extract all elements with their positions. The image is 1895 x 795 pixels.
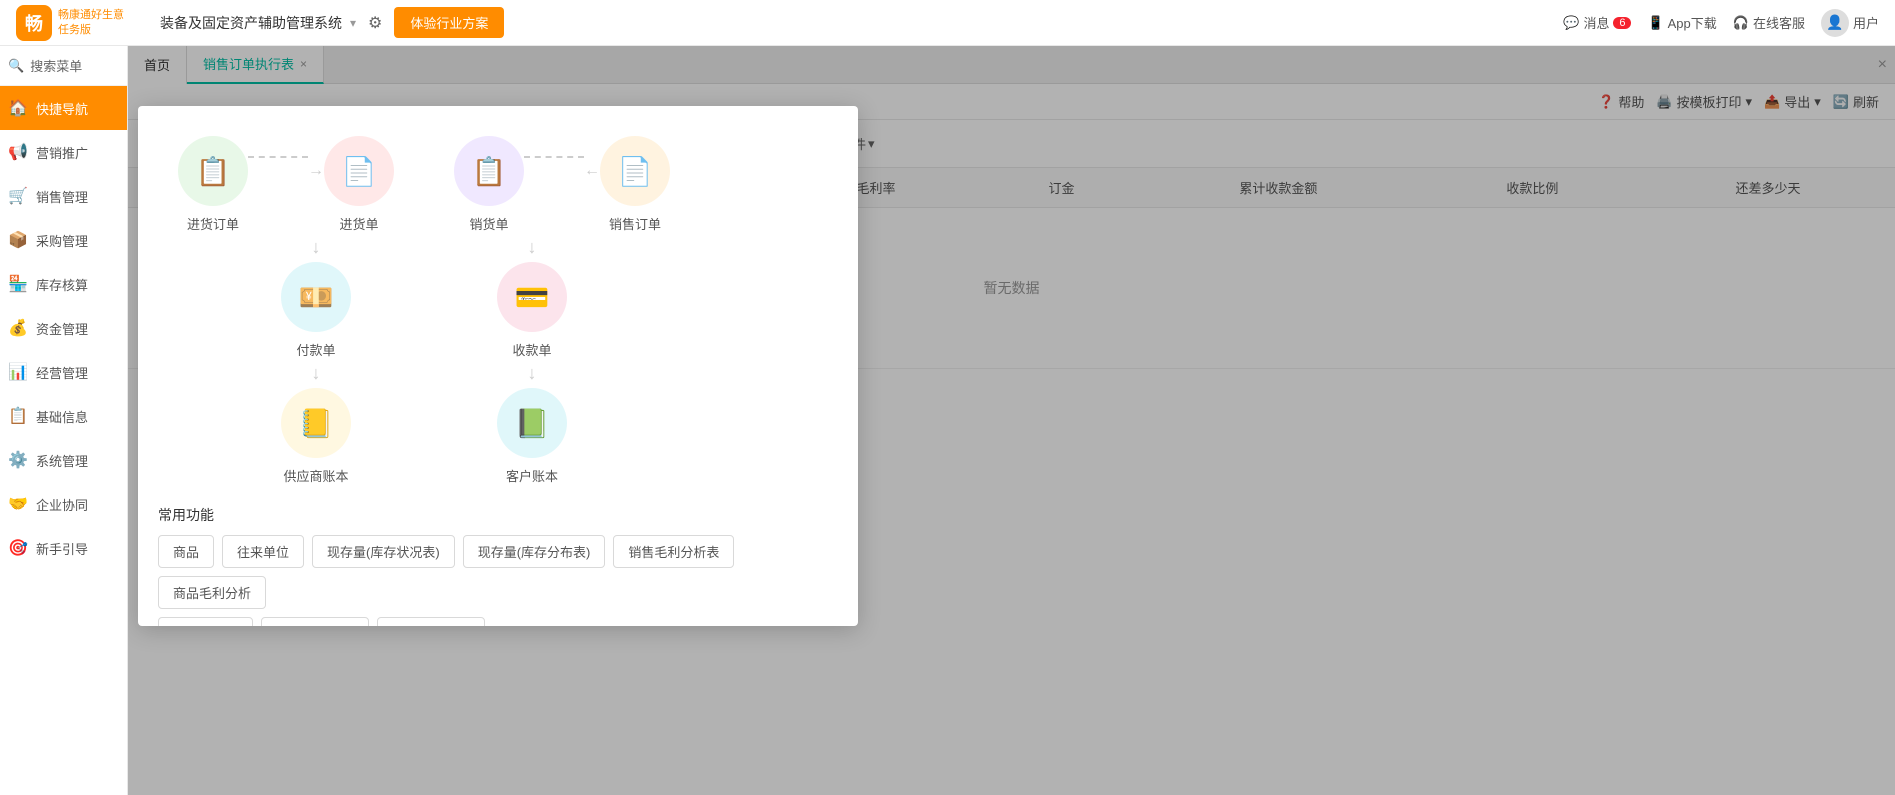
message-icon: 💬 (1563, 15, 1579, 31)
supplier-ledger-circle: 📒 (281, 388, 351, 458)
message-badge: 6 (1613, 17, 1631, 29)
receipt-circle: 💳 (497, 262, 567, 332)
search-icon: 🔍 (8, 58, 24, 74)
common-buttons-row2: 销售排行榜 收款情况统计 付款情况统计 (158, 617, 838, 626)
btn-stock-status[interactable]: 现存量(库存状况表) (312, 535, 455, 568)
flow-node-supplier-ledger[interactable]: 📒 供应商账本 (281, 388, 351, 485)
app-title-section: 装备及固定资产辅助管理系统 ▾ ⚙ 体验行业方案 (144, 7, 1563, 38)
flow-node-customer-ledger[interactable]: 📗 客户账本 (497, 388, 567, 485)
inventory-icon: 🏪 (8, 274, 28, 294)
payment-circle: 💴 (281, 262, 351, 332)
dropdown-arrow-icon[interactable]: ▾ (350, 16, 356, 30)
sales-bill-circle: 📋 (454, 136, 524, 206)
finance-icon: 💰 (8, 318, 28, 338)
flow-node-purchase-bill[interactable]: 📄 进货单 (324, 136, 394, 233)
headset-icon: 🎧 (1733, 15, 1749, 31)
sidebar-item-quick-nav[interactable]: 🏠 快捷导航 (0, 86, 127, 130)
supplier-ledger-label: 供应商账本 (283, 466, 348, 485)
basic-info-icon: 📋 (8, 406, 28, 426)
purchase-order-label: 进货订单 (187, 214, 239, 233)
flow-node-sales-order[interactable]: 📄 销售订单 (600, 136, 670, 233)
customer-ledger-label: 客户账本 (506, 466, 558, 485)
customer-ledger-circle: 📗 (497, 388, 567, 458)
btn-partner[interactable]: 往来单位 (222, 535, 304, 568)
marketing-icon: 📢 (8, 142, 28, 162)
sidebar-item-sales[interactable]: 🛒 销售管理 (0, 174, 127, 218)
logo-icon: 畅 (16, 5, 52, 41)
common-section: 常用功能 商品 往来单位 现存量(库存状况表) 现存量(库存分布表) 销售毛利分… (138, 505, 858, 626)
sales-order-label: 销售订单 (609, 214, 661, 233)
sidebar-item-finance[interactable]: 💰 资金管理 (0, 306, 127, 350)
beginner-icon: 🎯 (8, 538, 28, 558)
app-download-item[interactable]: 📱 App下载 (1647, 13, 1716, 32)
top-bar: 畅 畅康通好生意 任务版 装备及固定资产辅助管理系统 ▾ ⚙ 体验行业方案 💬 … (0, 0, 1895, 46)
system-icon: ⚙️ (8, 450, 28, 470)
enterprise-icon: 🤝 (8, 494, 28, 514)
sidebar-item-marketing[interactable]: 📢 营销推广 (0, 130, 127, 174)
sidebar-item-enterprise[interactable]: 🤝 企业协同 (0, 482, 127, 526)
flow-node-purchase-order[interactable]: 📋 进货订单 (178, 136, 248, 233)
sidebar-item-system[interactable]: ⚙️ 系统管理 (0, 438, 127, 482)
online-service-item[interactable]: 🎧 在线客服 (1733, 13, 1805, 32)
purchase-bill-label: 进货单 (339, 214, 378, 233)
btn-stock-distribution[interactable]: 现存量(库存分布表) (463, 535, 606, 568)
purchase-order-circle: 📋 (178, 136, 248, 206)
settings-icon[interactable]: ⚙ (368, 13, 382, 33)
btn-product[interactable]: 商品 (158, 535, 214, 568)
sidebar: 🔍 搜索菜单 🏠 快捷导航 📢 营销推广 🛒 销售管理 📦 采购管理 🏪 (0, 46, 128, 795)
btn-sales-ranking[interactable]: 销售排行榜 (158, 617, 253, 626)
search-menu[interactable]: 🔍 搜索菜单 (0, 46, 127, 86)
sales-bill-label: 销货单 (469, 214, 508, 233)
purchase-icon: 📦 (8, 230, 28, 250)
btn-product-profit-analysis[interactable]: 商品毛利分析 (158, 576, 266, 609)
modal-dialog: 📋 进货订单 → 📄 进货单 (138, 106, 858, 626)
message-item[interactable]: 💬 消息 6 (1563, 13, 1631, 32)
flow-node-sales-bill[interactable]: 📋 销货单 (454, 136, 524, 233)
sales-icon: 🛒 (8, 186, 28, 206)
app-download-icon: 📱 (1647, 15, 1663, 31)
flow-node-receipt[interactable]: 💳 收款单 (497, 262, 567, 359)
common-title: 常用功能 (158, 505, 838, 525)
sales-order-circle: 📄 (600, 136, 670, 206)
flow-section: 📋 进货订单 → 📄 进货单 (138, 106, 858, 505)
avatar: 👤 (1821, 9, 1849, 37)
btn-payment-stats[interactable]: 付款情况统计 (377, 617, 485, 626)
app-container: 畅 畅康通好生意 任务版 装备及固定资产辅助管理系统 ▾ ⚙ 体验行业方案 💬 … (0, 0, 1895, 795)
logo-text: 畅康通好生意 任务版 (58, 8, 124, 37)
modal-overlay[interactable]: 📋 进货订单 → 📄 进货单 (128, 46, 1895, 795)
sidebar-item-beginner[interactable]: 🎯 新手引导 (0, 526, 127, 570)
purchase-bill-circle: 📄 (324, 136, 394, 206)
app-title: 装备及固定资产辅助管理系统 (160, 13, 342, 33)
trial-button[interactable]: 体验行业方案 (394, 7, 504, 38)
right-panel: 首页 销售订单执行表 × × ❓ 帮助 🖨️ 按模板打印 ▾ (128, 46, 1895, 795)
user-item[interactable]: 👤 用户 (1821, 9, 1879, 37)
main-area: 🔍 搜索菜单 🏠 快捷导航 📢 营销推广 🛒 销售管理 📦 采购管理 🏪 (0, 46, 1895, 795)
sidebar-item-basic-info[interactable]: 📋 基础信息 (0, 394, 127, 438)
receipt-label: 收款单 (512, 340, 551, 359)
operations-icon: 📊 (8, 362, 28, 382)
payment-label: 付款单 (296, 340, 335, 359)
top-right: 💬 消息 6 📱 App下载 🎧 在线客服 👤 用户 (1563, 9, 1879, 37)
flow-node-payment[interactable]: 💴 付款单 (281, 262, 351, 359)
sidebar-item-purchase[interactable]: 📦 采购管理 (0, 218, 127, 262)
btn-receipt-stats[interactable]: 收款情况统计 (261, 617, 369, 626)
sidebar-item-operations[interactable]: 📊 经营管理 (0, 350, 127, 394)
logo-section: 畅 畅康通好生意 任务版 (16, 5, 144, 41)
sidebar-item-inventory[interactable]: 🏪 库存核算 (0, 262, 127, 306)
common-buttons: 商品 往来单位 现存量(库存状况表) 现存量(库存分布表) 销售毛利分析表 商品… (158, 535, 838, 609)
home-icon: 🏠 (8, 98, 28, 118)
btn-sales-profit-analysis[interactable]: 销售毛利分析表 (613, 535, 734, 568)
